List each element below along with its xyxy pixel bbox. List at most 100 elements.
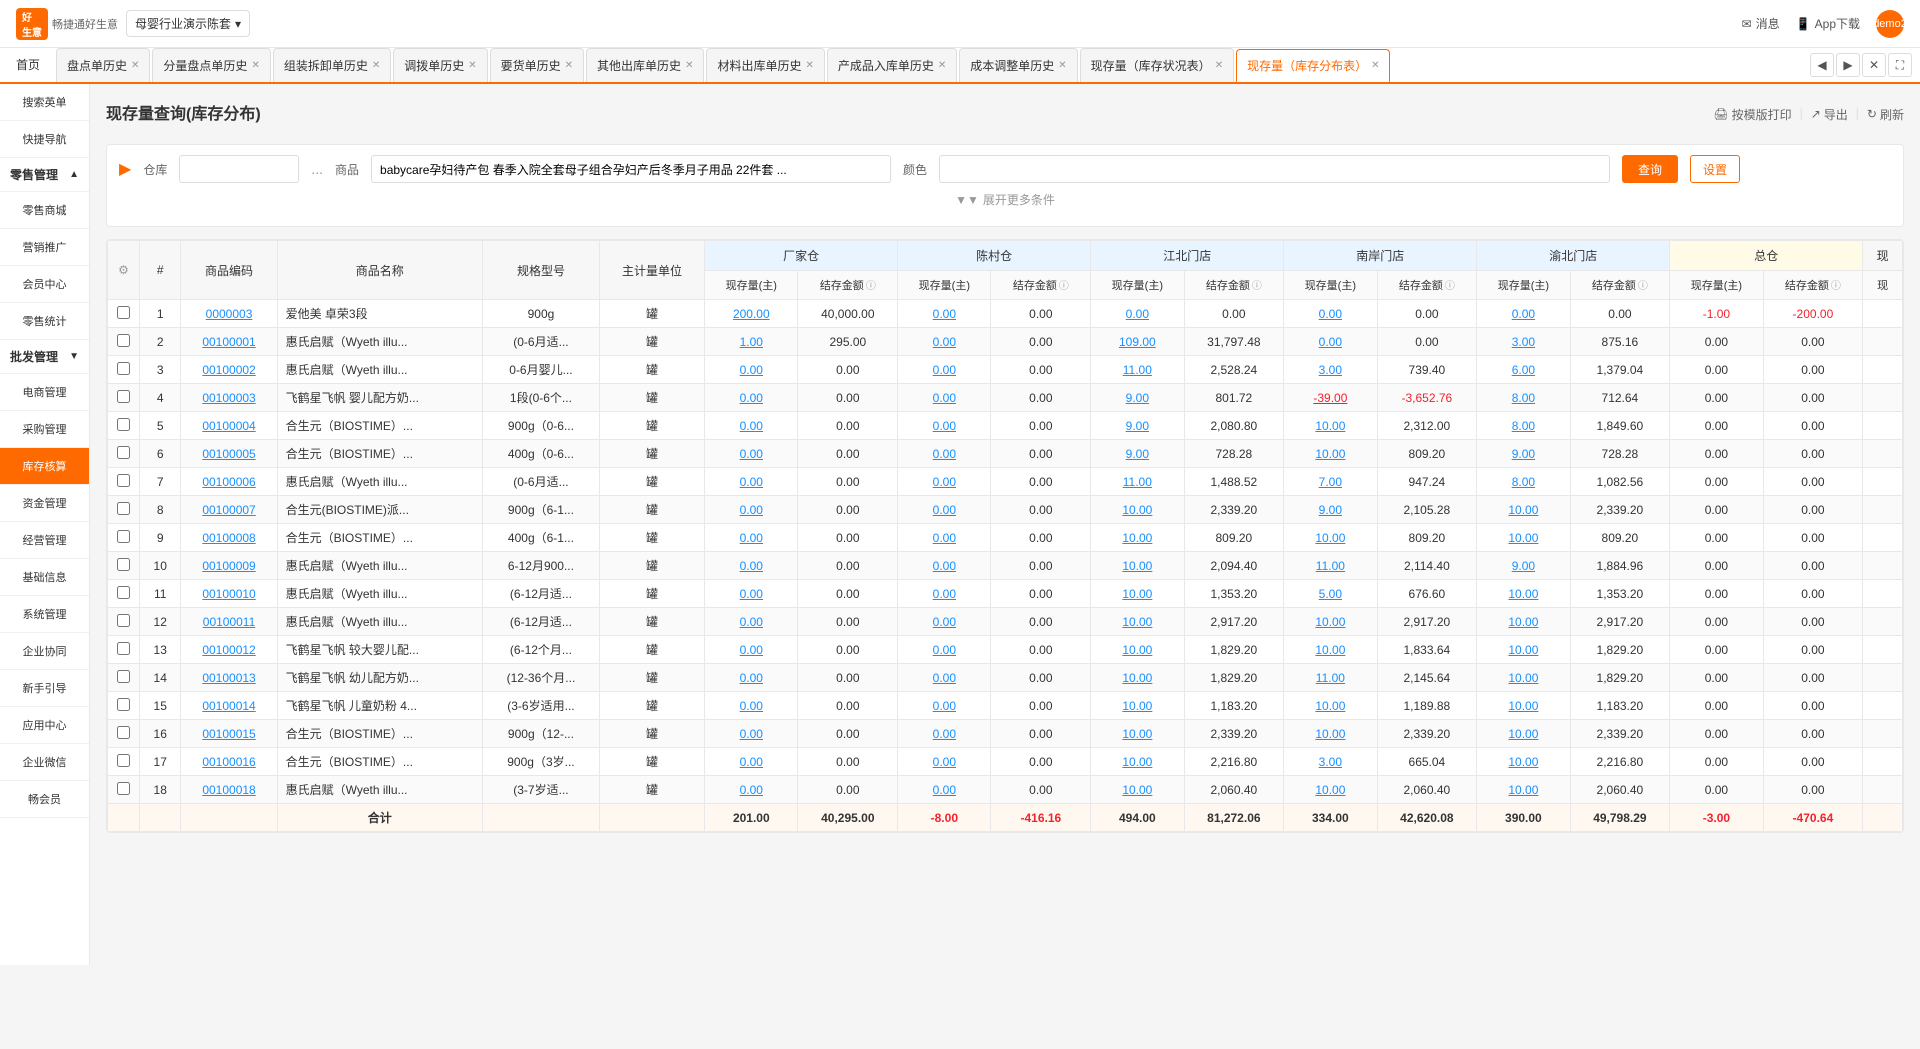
tab-pandian[interactable]: 盘点单历史 ✕ (56, 48, 150, 82)
row-check[interactable] (108, 496, 140, 524)
code-link[interactable]: 00100005 (202, 447, 255, 461)
na-stock-link[interactable]: 3.00 (1319, 363, 1342, 377)
info-icon[interactable]: ⓘ (1059, 281, 1069, 292)
yb-stock-link[interactable]: 10.00 (1508, 671, 1538, 685)
message-btn[interactable]: ✉ 消息 (1742, 15, 1780, 32)
row-check[interactable] (108, 748, 140, 776)
sidebar-item-search[interactable]: 搜索英单 (0, 84, 89, 121)
code-link[interactable]: 00100018 (202, 783, 255, 797)
code-link[interactable]: 00100016 (202, 755, 255, 769)
f-stock-link[interactable]: 1.00 (740, 335, 763, 349)
row-checkbox[interactable] (117, 530, 130, 543)
na-stock-link[interactable]: 10.00 (1315, 783, 1345, 797)
f-stock-link[interactable]: 0.00 (740, 671, 763, 685)
sidebar-item-operations[interactable]: 经营管理 (0, 522, 89, 559)
yb-stock-link[interactable]: 10.00 (1508, 531, 1538, 545)
jb-stock-link[interactable]: 9.00 (1126, 447, 1149, 461)
sidebar-item-retail-mall[interactable]: 零售商城 (0, 192, 89, 229)
row-checkbox[interactable] (117, 698, 130, 711)
na-stock-link[interactable]: 10.00 (1315, 419, 1345, 433)
code-link[interactable]: 00100015 (202, 727, 255, 741)
na-stock-link[interactable]: -39.00 (1313, 391, 1347, 405)
sidebar-item-quicknav[interactable]: 快捷导航 (0, 121, 89, 158)
tab-xiancun-status[interactable]: 现存量（库存状况表） ✕ (1080, 48, 1234, 82)
row-checkbox[interactable] (117, 754, 130, 767)
col-gear[interactable]: ⚙ (108, 241, 140, 300)
na-stock-link[interactable]: 10.00 (1315, 531, 1345, 545)
na-stock-link[interactable]: 10.00 (1315, 727, 1345, 741)
yb-stock-link[interactable]: 8.00 (1512, 391, 1535, 405)
tab-close-icon[interactable]: ✕ (468, 49, 476, 83)
row-checkbox[interactable] (117, 390, 130, 403)
color-input[interactable] (939, 155, 1610, 183)
sidebar-item-wechat-work[interactable]: 企业微信 (0, 744, 89, 781)
row-checkbox[interactable] (117, 726, 130, 739)
gear-icon[interactable]: ⚙ (118, 263, 129, 277)
f-stock-link[interactable]: 0.00 (740, 783, 763, 797)
row-check[interactable] (108, 468, 140, 496)
jb-stock-link[interactable]: 10.00 (1122, 643, 1152, 657)
row-check[interactable] (108, 720, 140, 748)
jb-stock-link[interactable]: 10.00 (1122, 671, 1152, 685)
f-stock-link[interactable]: 0.00 (740, 727, 763, 741)
sidebar-item-enterprise[interactable]: 企业协同 (0, 633, 89, 670)
row-checkbox[interactable] (117, 642, 130, 655)
row-check[interactable] (108, 384, 140, 412)
row-check[interactable] (108, 776, 140, 804)
c-stock-link[interactable]: 0.00 (933, 363, 956, 377)
code-link[interactable]: 00100012 (202, 643, 255, 657)
sidebar-item-inventory[interactable]: 库存核算 (0, 448, 89, 485)
tab-fenpan[interactable]: 分量盘点单历史 ✕ (152, 48, 270, 82)
row-checkbox[interactable] (117, 306, 130, 319)
tab-close-icon[interactable]: ✕ (131, 49, 139, 83)
na-stock-link[interactable]: 10.00 (1315, 643, 1345, 657)
row-check[interactable] (108, 412, 140, 440)
f-stock-link[interactable]: 0.00 (740, 699, 763, 713)
tab-zuzhuang[interactable]: 组装拆卸单历史 ✕ (273, 48, 391, 82)
code-link[interactable]: 0000003 (206, 307, 253, 321)
na-stock-link[interactable]: 11.00 (1316, 671, 1345, 685)
code-link[interactable]: 00100008 (202, 531, 255, 545)
store-selector[interactable]: 母婴行业演示陈套 ▾ (126, 10, 250, 37)
jb-stock-link[interactable]: 10.00 (1122, 755, 1152, 769)
code-link[interactable]: 00100002 (202, 363, 255, 377)
c-stock-link[interactable]: 0.00 (933, 447, 956, 461)
jb-stock-link[interactable]: 109.00 (1119, 335, 1156, 349)
c-stock-link[interactable]: 0.00 (933, 419, 956, 433)
sidebar-item-marketing[interactable]: 营销推广 (0, 229, 89, 266)
sidebar-item-ecom[interactable]: 电商管理 (0, 374, 89, 411)
row-check[interactable] (108, 552, 140, 580)
code-link[interactable]: 00100007 (202, 503, 255, 517)
na-stock-link[interactable]: 11.00 (1316, 559, 1345, 573)
f-stock-link[interactable]: 0.00 (740, 755, 763, 769)
sidebar-item-purchase[interactable]: 采购管理 (0, 411, 89, 448)
tab-close-all-btn[interactable]: ✕ (1862, 53, 1886, 77)
tab-close-icon[interactable]: ✕ (1215, 49, 1223, 83)
na-stock-link[interactable]: 10.00 (1315, 447, 1345, 461)
sidebar-item-system[interactable]: 系统管理 (0, 596, 89, 633)
row-check[interactable] (108, 328, 140, 356)
row-check[interactable] (108, 664, 140, 692)
tab-close-icon[interactable]: ✕ (938, 49, 946, 83)
row-check[interactable] (108, 608, 140, 636)
f-stock-link[interactable]: 0.00 (740, 419, 763, 433)
tab-xiancun-dist[interactable]: 现存量（库存分布表） ✕ (1236, 49, 1390, 83)
sidebar-item-appstore[interactable]: 应用中心 (0, 707, 89, 744)
tab-close-icon[interactable]: ✕ (685, 49, 693, 83)
tab-close-icon[interactable]: ✕ (565, 49, 573, 83)
f-stock-link[interactable]: 0.00 (740, 391, 763, 405)
tab-close-icon[interactable]: ✕ (805, 49, 813, 83)
f-stock-link[interactable]: 0.00 (740, 475, 763, 489)
na-stock-link[interactable]: 0.00 (1319, 307, 1342, 321)
row-checkbox[interactable] (117, 418, 130, 431)
na-stock-link[interactable]: 3.00 (1319, 755, 1342, 769)
yb-stock-link[interactable]: 10.00 (1508, 699, 1538, 713)
yb-stock-link[interactable]: 0.00 (1512, 307, 1535, 321)
goods-input[interactable] (371, 155, 891, 183)
sidebar-item-member[interactable]: 会员中心 (0, 266, 89, 303)
filter-arrow-icon[interactable]: ▶ (119, 159, 131, 179)
jb-stock-link[interactable]: 9.00 (1126, 391, 1149, 405)
yb-stock-link[interactable]: 8.00 (1512, 419, 1535, 433)
tab-close-icon[interactable]: ✕ (1371, 49, 1379, 83)
sidebar-item-basic[interactable]: 基础信息 (0, 559, 89, 596)
